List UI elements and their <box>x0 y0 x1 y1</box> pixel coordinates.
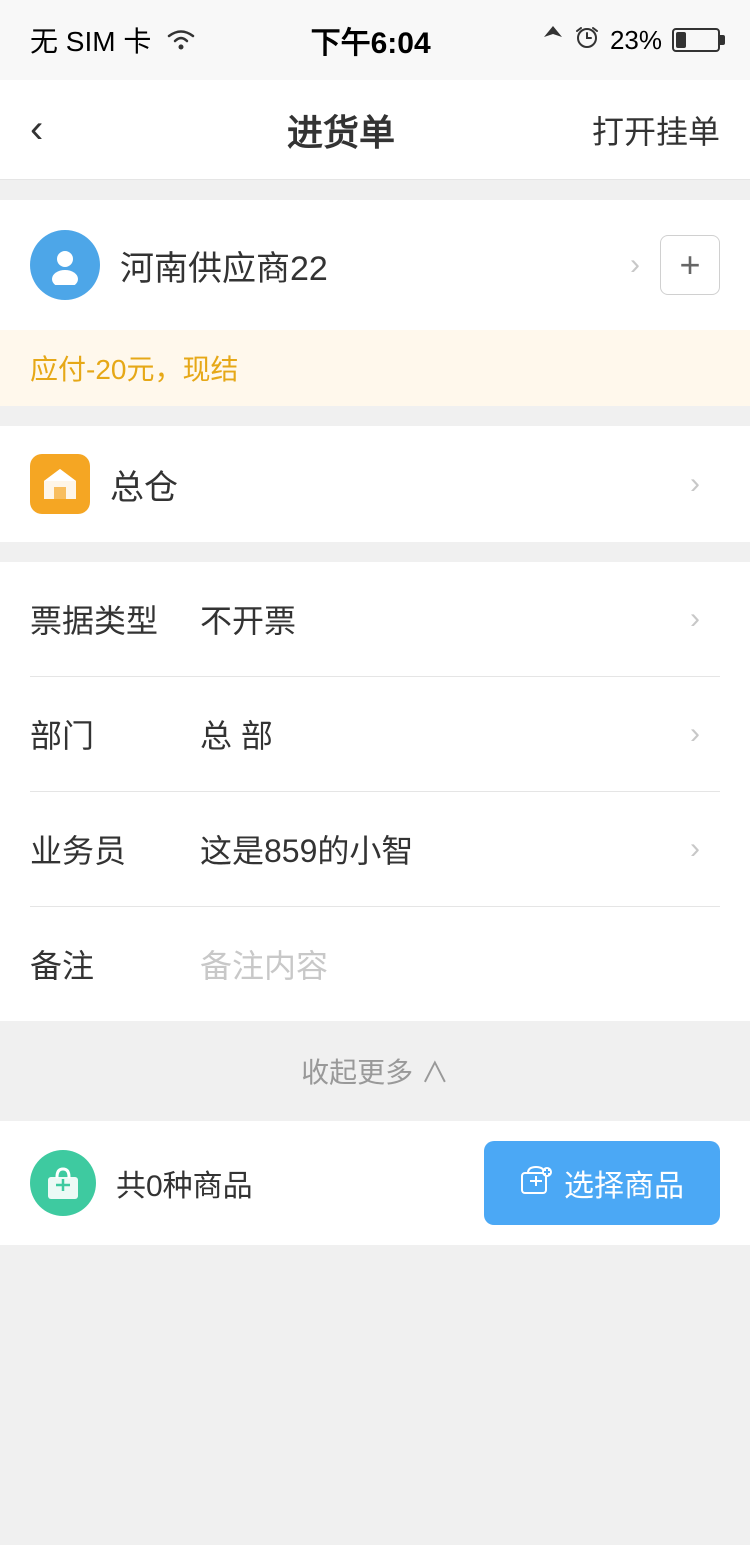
form-section: 票据类型 不开票 › 部门 总 部 › 业务员 这是859的小智 › 备注 备注… <box>0 562 750 1021</box>
salesperson-value: 这是859的小智 <box>200 826 690 872</box>
supplier-row[interactable]: 河南供应商22 › + <box>0 200 750 330</box>
collapse-row[interactable]: 收起更多 ∧ <box>0 1021 750 1121</box>
status-left: 无 SIM 卡 <box>30 20 199 60</box>
select-product-label: 选择商品 <box>564 1161 684 1205</box>
add-supplier-button[interactable]: + <box>660 235 720 295</box>
warehouse-icon <box>30 454 90 514</box>
location-icon <box>542 24 564 57</box>
supplier-section: 河南供应商22 › + 应付-20元，现结 <box>0 200 750 406</box>
status-right: 23% <box>542 24 720 57</box>
salesperson-chevron: › <box>690 832 700 866</box>
bottom-bar: 共0种商品 选择商品 <box>0 1121 750 1245</box>
collapse-label: 收起更多 ∧ <box>301 1051 449 1091</box>
warehouse-chevron-icon: › <box>690 467 700 501</box>
battery-label: 23% <box>610 25 662 56</box>
supplier-avatar <box>30 230 100 300</box>
bag-icon <box>44 1165 82 1201</box>
divider-3 <box>0 542 750 562</box>
department-chevron: › <box>690 717 700 751</box>
product-count-label: 共0种商品 <box>116 1161 484 1205</box>
select-product-button[interactable]: 选择商品 <box>484 1141 720 1225</box>
department-label: 部门 <box>30 711 190 757</box>
salesperson-label: 业务员 <box>30 826 190 872</box>
warehouse-row[interactable]: 总仓 › <box>0 426 750 542</box>
back-button[interactable]: ‹ <box>30 107 90 152</box>
alarm-icon <box>574 24 600 57</box>
notice-text: 应付-20元，现结 <box>30 354 238 385</box>
page-title: 进货单 <box>287 104 395 156</box>
select-btn-icon <box>520 1165 552 1202</box>
gray-bottom <box>0 1245 750 1545</box>
divider-2 <box>0 406 750 426</box>
invoice-type-chevron: › <box>690 602 700 636</box>
department-row[interactable]: 部门 总 部 › <box>0 677 750 791</box>
divider-top <box>0 180 750 200</box>
status-bar: 无 SIM 卡 下午6:04 23% <box>0 0 750 80</box>
notice-bar: 应付-20元，现结 <box>0 330 750 406</box>
remark-value[interactable]: 备注内容 <box>200 941 720 987</box>
carrier-label: 无 SIM 卡 <box>30 20 151 60</box>
status-time: 下午6:04 <box>311 18 431 62</box>
person-icon <box>45 245 85 285</box>
remark-row[interactable]: 备注 备注内容 <box>0 907 750 1021</box>
nav-bar: ‹ 进货单 打开挂单 <box>0 80 750 180</box>
supplier-name: 河南供应商22 <box>120 241 630 290</box>
house-icon <box>42 467 78 501</box>
invoice-type-label: 票据类型 <box>30 596 190 642</box>
open-pending-button[interactable]: 打开挂单 <box>592 107 720 153</box>
salesperson-row[interactable]: 业务员 这是859的小智 › <box>0 792 750 906</box>
remark-label: 备注 <box>30 941 190 987</box>
invoice-type-value: 不开票 <box>200 596 690 642</box>
product-icon <box>30 1150 96 1216</box>
warehouse-label: 总仓 <box>110 460 690 509</box>
supplier-chevron-icon: › <box>630 248 640 282</box>
department-value: 总 部 <box>200 711 690 757</box>
wifi-icon <box>163 24 199 57</box>
warehouse-section: 总仓 › <box>0 426 750 542</box>
battery-icon <box>672 28 720 52</box>
invoice-type-row[interactable]: 票据类型 不开票 › <box>0 562 750 676</box>
